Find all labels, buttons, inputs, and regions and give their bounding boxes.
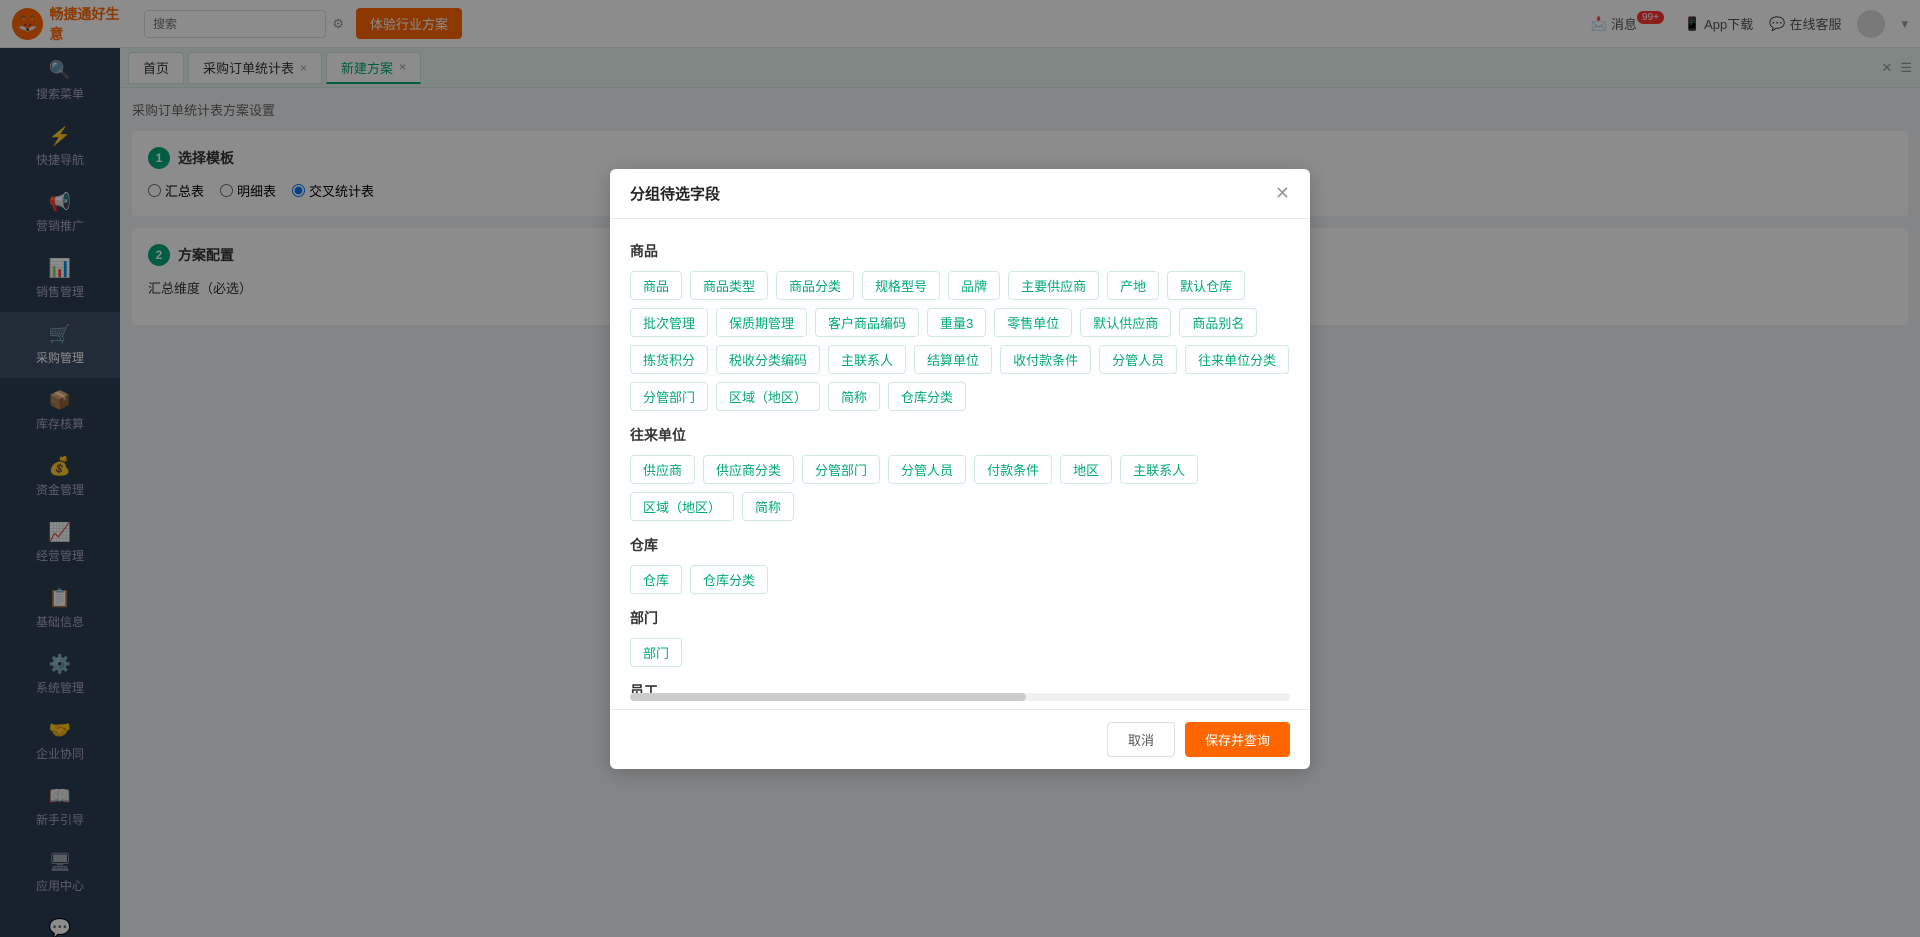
- modal-body[interactable]: 商品 商品 商品类型 商品分类 规格型号 品牌 主要供应商 产地 默认仓库 批次…: [610, 219, 1310, 693]
- field-contacts-3[interactable]: 分管人员: [888, 455, 966, 484]
- field-contacts-7[interactable]: 区域（地区）: [630, 492, 734, 521]
- field-contacts-8[interactable]: 简称: [742, 492, 794, 521]
- bottom-scrollbar[interactable]: [630, 693, 1290, 701]
- section-title-contacts: 往来单位: [630, 425, 1290, 445]
- field-goods-24[interactable]: 简称: [828, 382, 880, 411]
- field-grid-dept: 部门: [630, 638, 1290, 667]
- field-goods-12[interactable]: 零售单位: [994, 308, 1072, 337]
- field-contacts-2[interactable]: 分管部门: [802, 455, 880, 484]
- field-warehouse-1[interactable]: 仓库分类: [690, 565, 768, 594]
- section-title-warehouse: 仓库: [630, 535, 1290, 555]
- field-goods-21[interactable]: 往来单位分类: [1185, 345, 1289, 374]
- field-goods-25[interactable]: 仓库分类: [888, 382, 966, 411]
- field-goods-15[interactable]: 拣货积分: [630, 345, 708, 374]
- field-contacts-1[interactable]: 供应商分类: [703, 455, 794, 484]
- field-goods-9[interactable]: 保质期管理: [716, 308, 807, 337]
- modal-header: 分组待选字段 ✕: [610, 169, 1310, 219]
- field-grid-warehouse: 仓库 仓库分类: [630, 565, 1290, 594]
- field-goods-17[interactable]: 主联系人: [828, 345, 906, 374]
- modal-dialog: 分组待选字段 ✕ 商品 商品 商品类型 商品分类 规格型号 品牌 主要供应商 产…: [610, 169, 1310, 769]
- field-goods-2[interactable]: 商品分类: [776, 271, 854, 300]
- save-button[interactable]: 保存并查询: [1185, 722, 1290, 757]
- cancel-button[interactable]: 取消: [1107, 722, 1175, 757]
- field-goods-11[interactable]: 重量3: [927, 308, 986, 337]
- field-goods-8[interactable]: 批次管理: [630, 308, 708, 337]
- field-grid-goods: 商品 商品类型 商品分类 规格型号 品牌 主要供应商 产地 默认仓库 批次管理 …: [630, 271, 1290, 411]
- field-goods-13[interactable]: 默认供应商: [1080, 308, 1171, 337]
- field-goods-0[interactable]: 商品: [630, 271, 682, 300]
- field-goods-22[interactable]: 分管部门: [630, 382, 708, 411]
- bottom-scrollbar-thumb: [630, 693, 1026, 701]
- field-goods-5[interactable]: 主要供应商: [1008, 271, 1099, 300]
- section-title-goods: 商品: [630, 241, 1290, 261]
- field-grid-contacts: 供应商 供应商分类 分管部门 分管人员 付款条件 地区 主联系人 区域（地区） …: [630, 455, 1290, 521]
- modal-footer: 取消 保存并查询: [610, 709, 1310, 769]
- field-warehouse-0[interactable]: 仓库: [630, 565, 682, 594]
- field-goods-23[interactable]: 区域（地区）: [716, 382, 820, 411]
- section-title-dept: 部门: [630, 608, 1290, 628]
- field-contacts-4[interactable]: 付款条件: [974, 455, 1052, 484]
- field-goods-14[interactable]: 商品别名: [1179, 308, 1257, 337]
- bottom-scrollbar-container: [610, 693, 1310, 709]
- field-goods-10[interactable]: 客户商品编码: [815, 308, 919, 337]
- modal-title: 分组待选字段: [630, 183, 720, 204]
- field-contacts-6[interactable]: 主联系人: [1120, 455, 1198, 484]
- field-goods-18[interactable]: 结算单位: [914, 345, 992, 374]
- field-contacts-5[interactable]: 地区: [1060, 455, 1112, 484]
- field-goods-16[interactable]: 税收分类编码: [716, 345, 820, 374]
- section-title-employee: 员工: [630, 681, 1290, 693]
- field-goods-1[interactable]: 商品类型: [690, 271, 768, 300]
- field-goods-19[interactable]: 收付款条件: [1000, 345, 1091, 374]
- field-goods-7[interactable]: 默认仓库: [1167, 271, 1245, 300]
- field-contacts-0[interactable]: 供应商: [630, 455, 695, 484]
- field-goods-3[interactable]: 规格型号: [862, 271, 940, 300]
- field-goods-20[interactable]: 分管人员: [1099, 345, 1177, 374]
- field-goods-4[interactable]: 品牌: [948, 271, 1000, 300]
- modal-overlay: 分组待选字段 ✕ 商品 商品 商品类型 商品分类 规格型号 品牌 主要供应商 产…: [0, 0, 1920, 937]
- field-goods-6[interactable]: 产地: [1107, 271, 1159, 300]
- field-dept-0[interactable]: 部门: [630, 638, 682, 667]
- modal-close-icon[interactable]: ✕: [1275, 183, 1290, 204]
